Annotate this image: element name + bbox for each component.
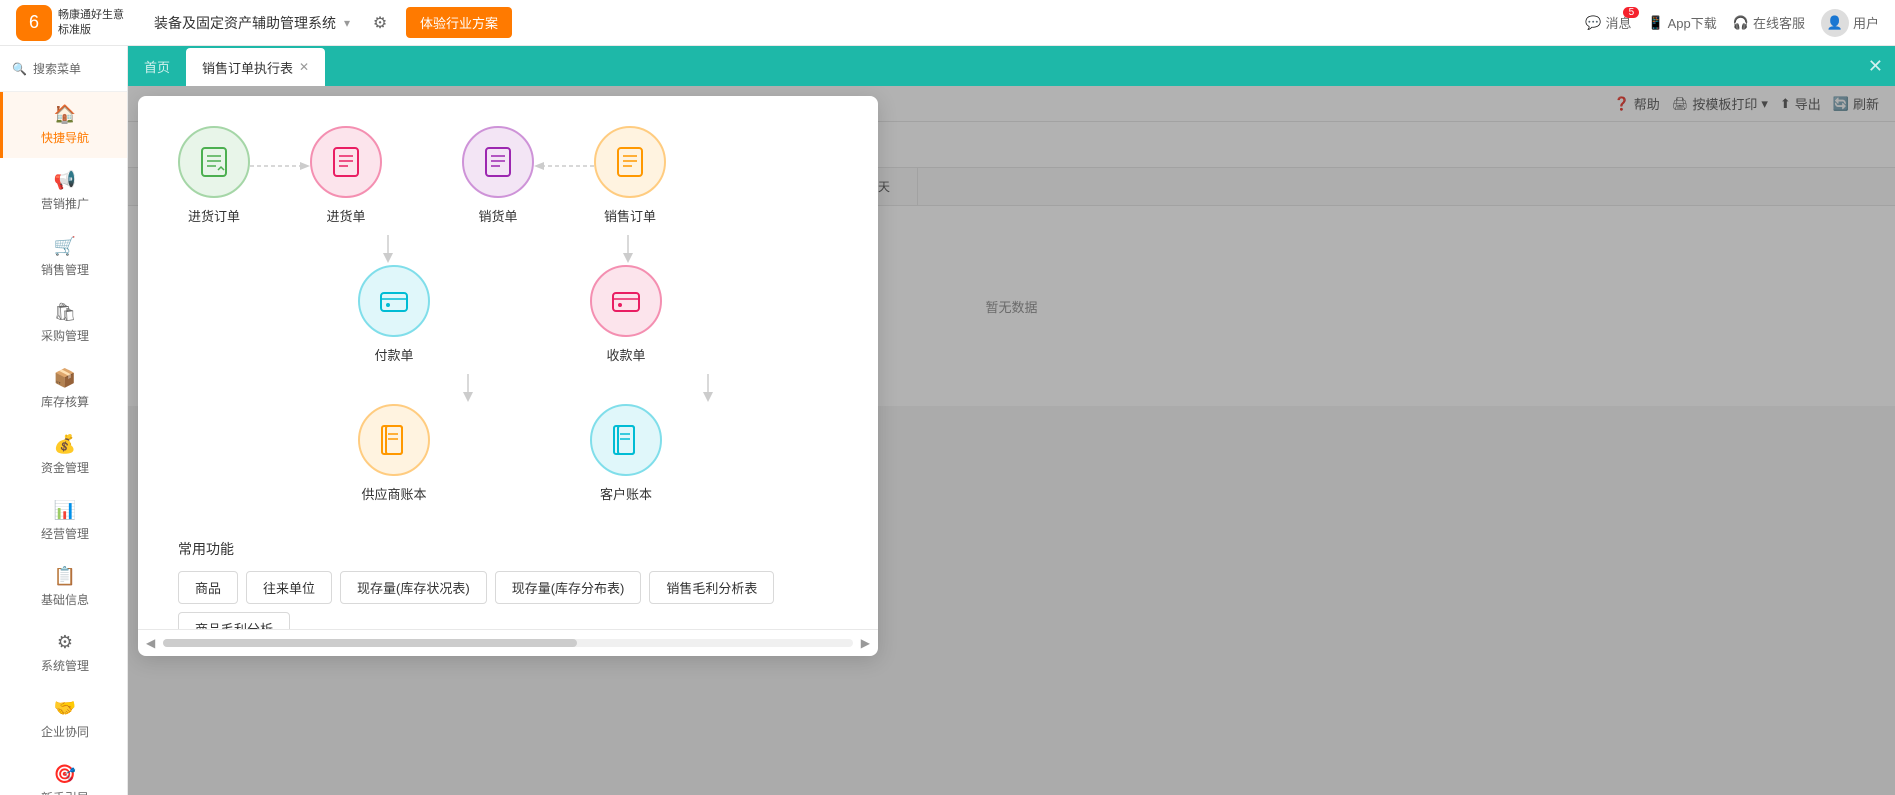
sidebar-item-operations[interactable]: 📊 经营管理: [0, 488, 127, 554]
service-icon: 🎧: [1733, 15, 1749, 31]
logo-text: 畅康通好生意 标准版: [58, 8, 124, 37]
sidebar-menu: 🏠 快捷导航 📢 营销推广 🛒 销售管理 🛍 采购管理 📦 库存核: [0, 92, 127, 795]
app-download-button[interactable]: 📱 App下载: [1647, 13, 1716, 32]
sidebar-item-inventory[interactable]: 📦 库存核算: [0, 356, 127, 422]
app-logo: 6: [16, 5, 52, 41]
popup-scrollbar[interactable]: ◀ ▶: [138, 629, 878, 656]
common-func-title: 常用功能: [178, 539, 838, 559]
enterprise-icon: 🤝: [54, 698, 76, 719]
flow-node-customer-account[interactable]: 客户账本: [590, 404, 662, 503]
tab-sales-order-exec[interactable]: 销售订单执行表 ✕: [186, 48, 325, 86]
sales-icon: 🛒: [54, 236, 76, 257]
scroll-right-arrow[interactable]: ▶: [861, 636, 870, 650]
flow-label-purchase-bill: 进货单: [326, 206, 365, 225]
inventory-icon: 📦: [54, 368, 76, 389]
search-menu-area[interactable]: 🔍 搜索菜单: [0, 46, 127, 92]
func-btn-sales-gross[interactable]: 销售毛利分析表: [649, 571, 774, 604]
scrollbar-thumb[interactable]: [163, 639, 577, 647]
trial-button[interactable]: 体验行业方案: [406, 7, 512, 38]
func-buttons-container: 商品 往来单位 现存量(库存状况表) 现存量(库存分布表) 销售毛利分析表 商品…: [178, 571, 838, 629]
flow-label-receipt-bill: 收款单: [606, 345, 645, 364]
sidebar-item-sales[interactable]: 🛒 销售管理: [0, 224, 127, 290]
sidebar-item-marketing[interactable]: 📢 营销推广: [0, 158, 127, 224]
user-menu[interactable]: 👤 用户: [1821, 9, 1879, 37]
flow-node-supplier-account[interactable]: 供应商账本: [358, 404, 430, 503]
marketing-icon: 📢: [54, 170, 76, 191]
flow-label-payment-bill: 付款单: [374, 345, 413, 364]
flow-label-sales-order: 销售订单: [604, 206, 656, 225]
flow-node-payment-bill[interactable]: 付款单: [358, 265, 430, 364]
flow-label-purchase-order: 进货订单: [188, 206, 240, 225]
message-button[interactable]: 💬 消息 5: [1585, 13, 1631, 32]
func-btn-product-gross[interactable]: 商品毛利分析: [178, 612, 290, 629]
user-avatar: 👤: [1821, 9, 1849, 37]
operations-icon: 📊: [54, 500, 76, 521]
popup-overlay: 进货订单: [128, 86, 1895, 795]
system-icon: ⚙: [57, 632, 73, 653]
sidebar-item-enterprise[interactable]: 🤝 企业协同: [0, 686, 127, 752]
flow-node-sales-order[interactable]: 销售订单: [594, 126, 666, 225]
flow-node-sales-bill[interactable]: 销货单: [462, 126, 534, 225]
message-badge: 5: [1623, 7, 1639, 18]
download-icon: 📱: [1647, 15, 1663, 31]
tab-home[interactable]: 首页: [128, 46, 186, 86]
sidebar-item-basic-info[interactable]: 📋 基础信息: [0, 554, 127, 620]
sidebar-item-newbie[interactable]: 🎯 新手引导: [0, 752, 127, 795]
quick-nav-popup: 进货订单: [138, 96, 878, 656]
sidebar-item-quick-nav[interactable]: 🏠 快捷导航: [0, 92, 127, 158]
settings-icon[interactable]: ⚙: [366, 9, 394, 37]
close-all-tabs-button[interactable]: ✕: [1856, 56, 1895, 77]
flow-node-purchase-bill[interactable]: 进货单: [310, 126, 382, 225]
title-dropdown-arrow[interactable]: ▾: [344, 16, 350, 30]
system-title: 装备及固定资产辅助管理系统: [154, 13, 336, 33]
scrollbar-track[interactable]: [163, 639, 853, 647]
common-functions-section: 常用功能 商品 往来单位 现存量(库存状况表) 现存量(库存分布表) 销售毛利分…: [178, 539, 838, 629]
func-btn-product[interactable]: 商品: [178, 571, 238, 604]
sidebar-item-purchase[interactable]: 🛍 采购管理: [0, 290, 127, 356]
flow-label-supplier-account: 供应商账本: [361, 484, 426, 503]
func-btn-counterpart[interactable]: 往来单位: [246, 571, 332, 604]
online-service-button[interactable]: 🎧 在线客服: [1733, 13, 1805, 32]
sidebar-item-system[interactable]: ⚙ 系统管理: [0, 620, 127, 686]
scroll-left-arrow[interactable]: ◀: [146, 636, 155, 650]
func-btn-stock-status[interactable]: 现存量(库存状况表): [340, 571, 487, 604]
flow-node-receipt-bill[interactable]: 收款单: [590, 265, 662, 364]
message-icon: 💬: [1585, 15, 1601, 31]
sidebar-item-finance[interactable]: 💰 资金管理: [0, 422, 127, 488]
flow-label-customer-account: 客户账本: [600, 484, 652, 503]
finance-icon: 💰: [54, 434, 76, 455]
func-btn-stock-dist[interactable]: 现存量(库存分布表): [495, 571, 642, 604]
basic-info-icon: 📋: [54, 566, 76, 587]
search-icon: 🔍: [12, 62, 27, 76]
flow-label-sales-bill: 销货单: [478, 206, 517, 225]
home-icon: 🏠: [54, 104, 76, 125]
tab-close-icon[interactable]: ✕: [299, 60, 309, 74]
newbie-icon: 🎯: [54, 764, 76, 785]
purchase-icon: 🛍: [54, 302, 77, 323]
flow-node-purchase-order[interactable]: 进货订单: [178, 126, 250, 225]
